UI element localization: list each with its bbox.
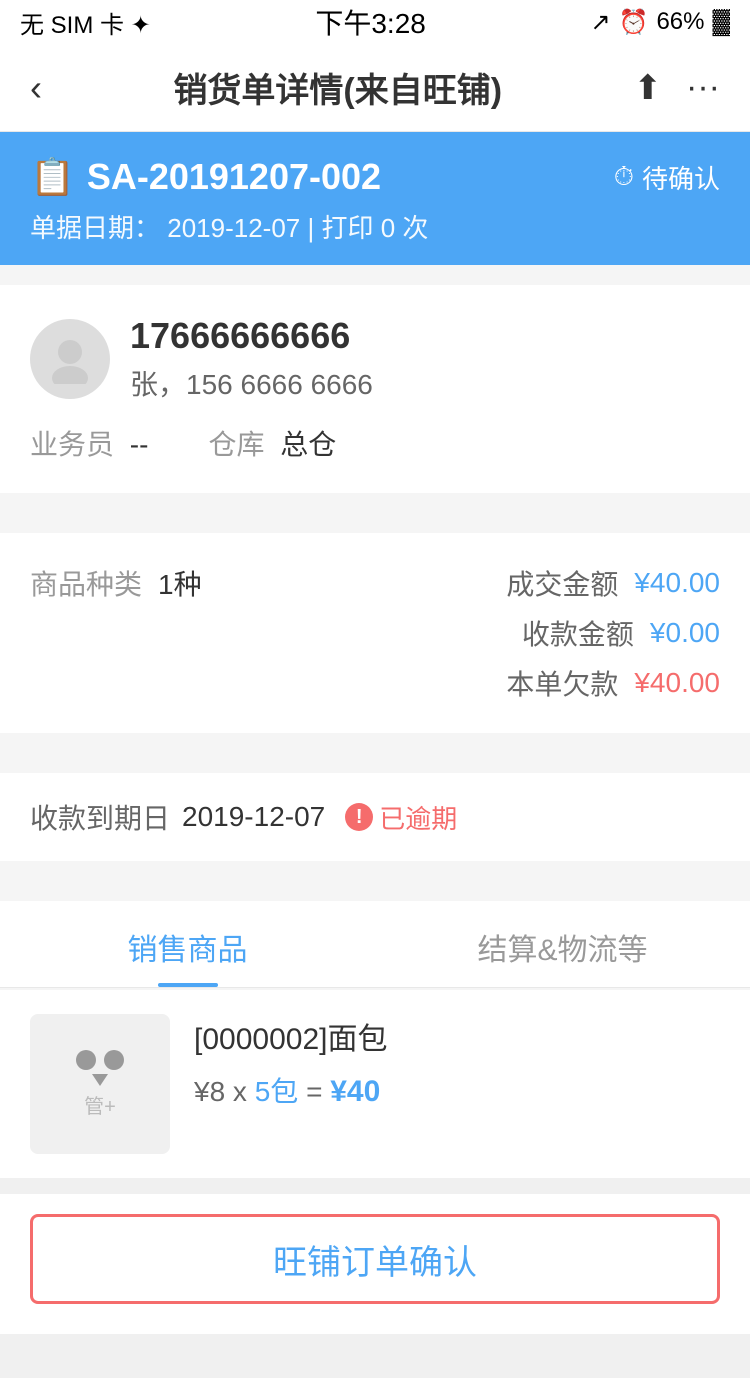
meta-date-value: 2019-12-07 [167, 213, 300, 243]
meta-date-label: 单据日期： [30, 213, 160, 243]
battery-label: 66% [656, 8, 704, 36]
customer-name: 张，156 6666 6666 [130, 363, 373, 403]
salesman-value: -- [130, 429, 149, 460]
deal-label: 成交金额 [506, 563, 618, 603]
product-card: 管+ [0000002]面包 ¥8 x 5包 = ¥40 [0, 990, 750, 1178]
product-type: 商品种类 1种 [30, 563, 202, 603]
deal-amount: ¥40.00 [634, 567, 720, 599]
tab-settlement[interactable]: 结算&物流等 [375, 901, 750, 987]
type-value: 1种 [158, 563, 202, 603]
customer-details: 业务员 -- 仓库 总仓 [30, 423, 720, 463]
tabs-bar: 销售商品 结算&物流等 [0, 901, 750, 988]
price-total: ¥40 [330, 1075, 380, 1108]
location-icon: ↗ [590, 8, 610, 37]
owed-label: 本单欠款 [506, 663, 618, 703]
owl-logo [76, 1050, 124, 1086]
owl-eye-right [104, 1050, 124, 1070]
customer-phone: 17666666666 [130, 315, 373, 357]
divider-1 [0, 493, 750, 513]
page-title: 销货单详情(来自旺铺) [173, 63, 502, 112]
product-price: ¥8 x 5包 = ¥40 [194, 1070, 720, 1110]
amounts: 成交金额 ¥40.00 收款金额 ¥0.00 本单欠款 ¥40.00 [506, 563, 720, 703]
owed-amount-row: 本单欠款 ¥40.00 [506, 663, 720, 703]
order-status: ⏱ 待确认 [614, 159, 720, 196]
quantity: 5包 [255, 1076, 299, 1107]
warehouse-label: 仓库 [208, 429, 264, 460]
order-id-text: SA-20191207-002 [87, 156, 381, 198]
product-thumbnail: 管+ [30, 1014, 170, 1154]
due-date-label: 收款到期日 [30, 797, 170, 837]
battery-icon: ▓ [712, 8, 730, 36]
due-date-card: 收款到期日 2019-12-07 ! 已逾期 [0, 773, 750, 861]
owl-brand-text: 管+ [84, 1090, 116, 1119]
customer-top: 17666666666 张，156 6666 6666 [30, 315, 720, 403]
order-header: 📋 SA-20191207-002 ⏱ 待确认 单据日期： 2019-12-07… [0, 132, 750, 265]
order-icon: 📋 [30, 156, 75, 198]
more-button[interactable]: ··· [686, 68, 720, 107]
print-unit: 次 [402, 213, 428, 243]
receive-label: 收款金额 [522, 613, 634, 653]
back-button[interactable]: ‹ [30, 67, 42, 109]
alarm-icon: ⏰ [619, 8, 649, 37]
nav-bar: ‹ 销货单详情(来自旺铺) ⬆ ··· [0, 44, 750, 132]
price-label: ¥8 x [194, 1076, 255, 1107]
status-text: 待确认 [642, 159, 720, 196]
sim-label: 无 SIM 卡 ✦ [20, 5, 151, 40]
print-label: 打印 [321, 213, 373, 243]
order-meta: 单据日期： 2019-12-07 | 打印 0 次 [30, 208, 720, 245]
owl-beak [92, 1074, 108, 1086]
overdue-icon: ! [345, 803, 373, 831]
nav-actions: ⬆ ··· [634, 68, 720, 108]
summary-card: 商品种类 1种 成交金额 ¥40.00 收款金额 ¥0.00 本单欠款 ¥40.… [0, 533, 750, 733]
customer-card: 17666666666 张，156 6666 6666 业务员 -- 仓库 总仓 [0, 285, 750, 493]
salesman-item: 业务员 -- [30, 423, 148, 463]
warehouse-item: 仓库 总仓 [208, 423, 336, 463]
owed-amount: ¥40.00 [634, 667, 720, 699]
divider-3 [0, 861, 750, 881]
status-clock-icon: ⏱ [614, 161, 634, 193]
owl-eyes [76, 1050, 124, 1070]
product-info: [0000002]面包 ¥8 x 5包 = ¥40 [194, 1014, 720, 1110]
status-time: 下午3:28 [315, 2, 426, 42]
due-date-value: 2019-12-07 [182, 801, 325, 833]
meta-separator: | [307, 213, 321, 243]
overdue-label: 已逾期 [379, 799, 457, 836]
avatar [30, 319, 110, 399]
status-left: 无 SIM 卡 ✦ [20, 5, 151, 40]
customer-info-block: 17666666666 张，156 6666 6666 [130, 315, 373, 403]
deal-amount-row: 成交金额 ¥40.00 [506, 563, 720, 603]
type-label: 商品种类 [30, 563, 142, 603]
product-thumb-inner: 管+ [30, 1014, 170, 1154]
status-right: ↗ ⏰ 66% ▓ [590, 8, 730, 37]
warehouse-value: 总仓 [280, 429, 336, 460]
confirm-button[interactable]: 旺铺订单确认 [30, 1214, 720, 1304]
confirm-button-wrap: 旺铺订单确认 [0, 1194, 750, 1334]
tab-products[interactable]: 销售商品 [0, 901, 375, 987]
receive-amount: ¥0.00 [650, 617, 720, 649]
tab-products-label: 销售商品 [128, 934, 248, 967]
status-bar: 无 SIM 卡 ✦ 下午3:28 ↗ ⏰ 66% ▓ [0, 0, 750, 44]
owl-eye-left [76, 1050, 96, 1070]
order-header-top: 📋 SA-20191207-002 ⏱ 待确认 [30, 156, 720, 198]
print-count: 0 [381, 213, 395, 243]
price-separator: = [306, 1076, 330, 1107]
salesman-label: 业务员 [30, 429, 114, 460]
share-button[interactable]: ⬆ [634, 68, 663, 108]
receive-amount-row: 收款金额 ¥0.00 [522, 613, 720, 653]
divider-2 [0, 733, 750, 753]
tab-settlement-label: 结算&物流等 [477, 934, 647, 967]
overdue-badge: ! 已逾期 [345, 799, 457, 836]
product-name: [0000002]面包 [194, 1014, 720, 1058]
order-id: 📋 SA-20191207-002 [30, 156, 381, 198]
